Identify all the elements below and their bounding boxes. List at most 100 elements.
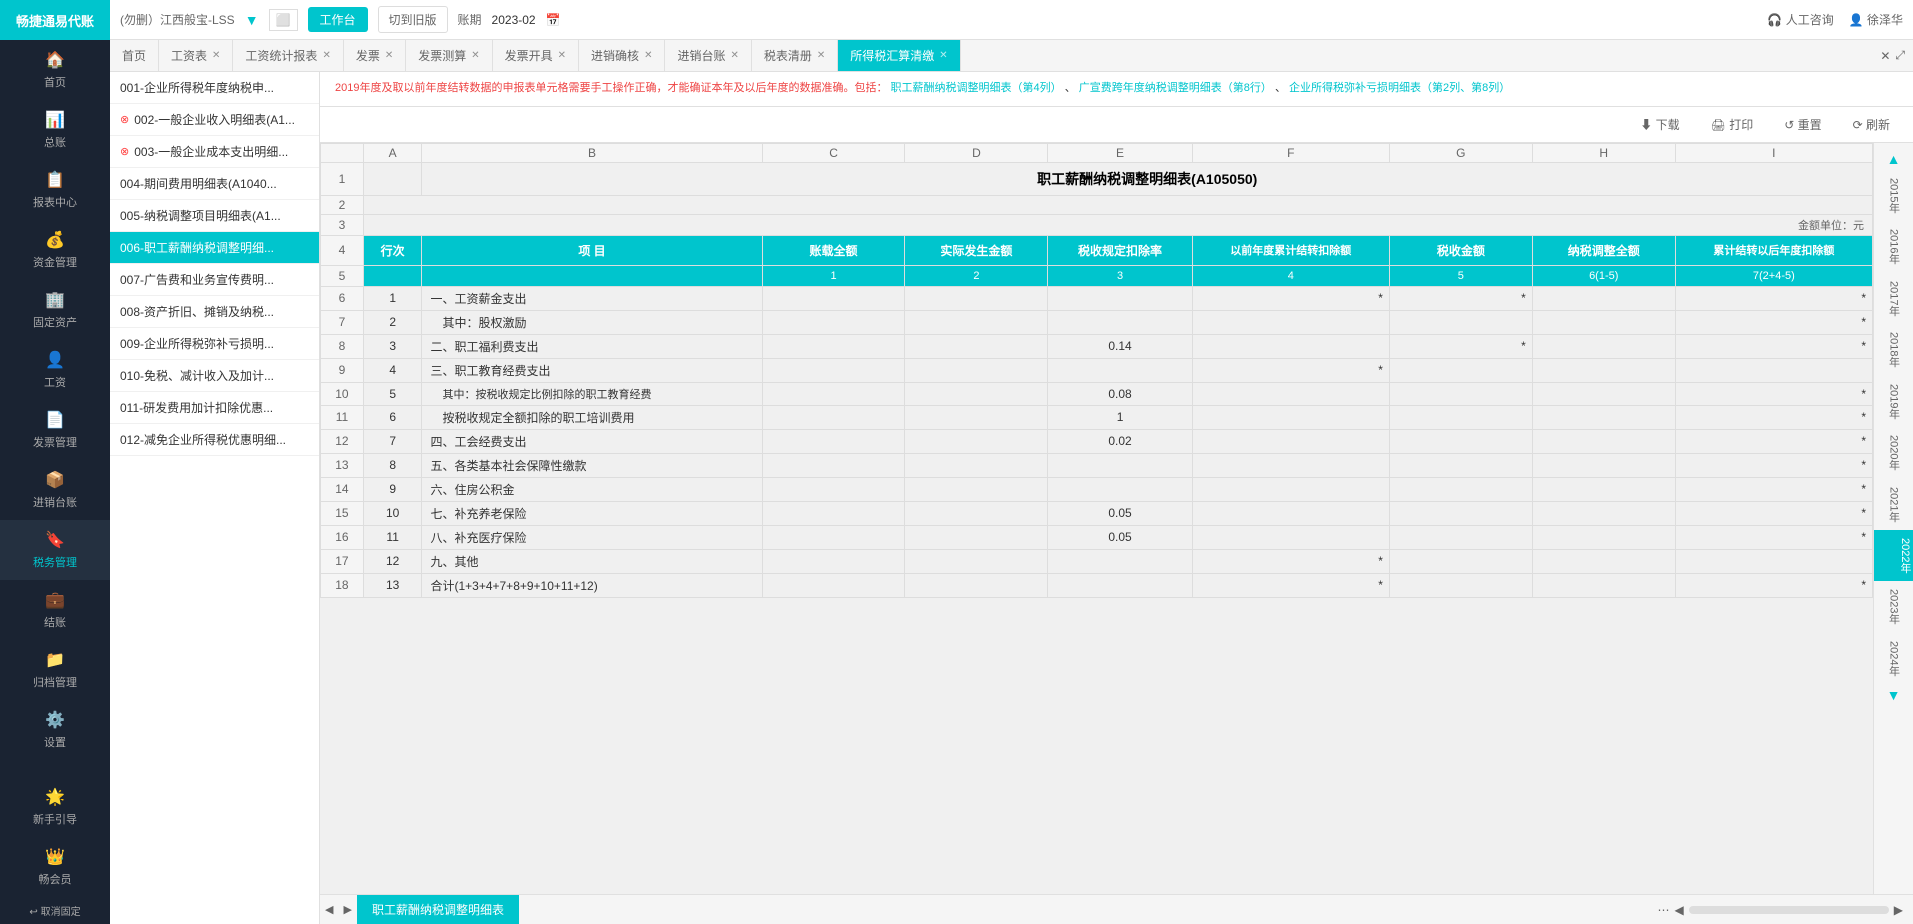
col-a-header-label: 行次 [363, 235, 422, 265]
download-button[interactable]: ⬇ 下载 [1632, 113, 1687, 136]
year-2020[interactable]: 2020年 [1886, 427, 1902, 478]
close-icon: 💼 [45, 590, 65, 610]
col-i-header: I [1675, 143, 1872, 162]
row-2-num: 2 [321, 195, 364, 214]
year-2022[interactable]: 2022年 [1874, 530, 1913, 581]
year-2019[interactable]: 2019年 [1886, 376, 1902, 427]
sidebar-item-purchase[interactable]: 📦 进销台账 [0, 460, 110, 520]
left-item-005[interactable]: 005-纳税调整项目明细表(A1... [110, 200, 319, 232]
row5-3: 3 [1048, 265, 1192, 286]
left-item-001[interactable]: 001-企业所得税年度纳税申... [110, 72, 319, 104]
tab-close-purchase-verify[interactable]: ✕ [644, 50, 652, 61]
sidebar-item-member[interactable]: 👑 畅会员 [0, 837, 110, 897]
year-2015[interactable]: 2015年 [1886, 170, 1902, 221]
switch-old-button[interactable]: 切到旧版 [378, 6, 448, 33]
left-item-011[interactable]: 011-研发费用加计扣除优惠... [110, 392, 319, 424]
tab-home[interactable]: 首页 [110, 40, 159, 72]
tab-invoice[interactable]: 发票✕ [344, 40, 406, 72]
left-item-003[interactable]: ⊗ 003-一般企业成本支出明细... [110, 136, 319, 168]
warning-bar: 2019年度及取以前年度结转数据的申报表单元格需要手工操作正确，才能确证本年及以… [320, 72, 1913, 107]
refresh-button[interactable]: ⟳ 刷新 [1845, 113, 1898, 136]
year-sidebar: ▲ 2015年 2016年 2017年 2018年 2019年 2020年 20… [1873, 143, 1913, 894]
sidebar-item-close[interactable]: 💼 结账 [0, 580, 110, 640]
year-2017[interactable]: 2017年 [1886, 273, 1902, 324]
row-5-num: 5 [321, 265, 364, 286]
tab-invoice-calc[interactable]: 发票测算✕ [406, 40, 492, 72]
year-2021[interactable]: 2021年 [1886, 479, 1902, 530]
row5-5: 5 [1389, 265, 1532, 286]
tab-close-invoice-calc[interactable]: ✕ [471, 50, 479, 61]
row-2-content [363, 195, 1872, 214]
right-panel: 2019年度及取以前年度结转数据的申报表单元格需要手工操作正确，才能确证本年及以… [320, 72, 1913, 924]
tab-close-invoice-open[interactable]: ✕ [558, 50, 566, 61]
funds-icon: 💰 [45, 230, 65, 250]
sidebar-item-tax[interactable]: 🔖 税务管理 [0, 520, 110, 580]
sidebar-item-salary[interactable]: 👤 工资 [0, 340, 110, 400]
spreadsheet: A B C D E F G H I [320, 143, 1873, 598]
sidebar-item-home[interactable]: 🏠 首页 [0, 40, 110, 100]
year-2024[interactable]: 2024年 [1886, 633, 1902, 684]
user-avatar[interactable]: 👤 徐泽华 [1849, 11, 1903, 28]
sidebar-item-invoice[interactable]: 📄 发票管理 [0, 400, 110, 460]
tab-salary[interactable]: 工资表✕ [159, 40, 233, 72]
year-2016[interactable]: 2016年 [1886, 221, 1902, 272]
left-item-006[interactable]: 006-职工薪酬纳税调整明细... [110, 232, 319, 264]
print-button[interactable]: 🖨 打印 [1703, 113, 1762, 136]
tab-close-all[interactable]: ✕ [1880, 49, 1890, 63]
left-item-012[interactable]: 012-减免企业所得税优惠明细... [110, 424, 319, 456]
reports-icon: 📋 [45, 170, 65, 190]
tab-close-salary[interactable]: ✕ [212, 50, 220, 61]
left-item-010[interactable]: 010-免税、减计收入及加计... [110, 360, 319, 392]
tab-close-tax-annual[interactable]: ✕ [939, 50, 947, 61]
tab-invoice-open[interactable]: 发票开具✕ [493, 40, 579, 72]
left-item-008[interactable]: 008-资产折旧、摊销及纳税... [110, 296, 319, 328]
col-a-header: A [363, 143, 422, 162]
bottom-sheet-tab[interactable]: 职工薪酬纳税调整明细表 [357, 895, 519, 924]
tab-purchase-ledger[interactable]: 进销台账✕ [665, 40, 751, 72]
tab-tax-list[interactable]: 税表清册✕ [752, 40, 838, 72]
app-logo: 畅捷通易代账 [0, 0, 110, 40]
cancel-fixed[interactable]: ↩ 取消固定 [0, 897, 110, 924]
year-2023[interactable]: 2023年 [1886, 581, 1902, 632]
tab-close-purchase-ledger[interactable]: ✕ [730, 50, 738, 61]
topbar: (勿删）江西般宝-LSS ▼ ⬜ 工作台 切到旧版 账期 2023-02 📅 🎧… [110, 0, 1913, 40]
ledger-icon: 📊 [45, 110, 65, 130]
reset-button[interactable]: ↺ 重置 [1776, 113, 1829, 136]
calendar-icon[interactable]: 📅 [546, 13, 561, 27]
sidebar-item-archive[interactable]: 📁 归档管理 [0, 640, 110, 700]
scroll-options-icon[interactable]: ⋯ [1658, 903, 1670, 917]
sidebar-item-settings[interactable]: ⚙️ 设置 [0, 700, 110, 760]
support-button[interactable]: 🎧 人工咨询 [1767, 11, 1833, 28]
left-item-007[interactable]: 007-广告费和业务宣传费明... [110, 264, 319, 296]
year-down-nav[interactable]: ▼ [1884, 684, 1904, 706]
tab-close-tax-list[interactable]: ✕ [817, 50, 825, 61]
sidebar-item-guide[interactable]: 🌟 新手引导 [0, 777, 110, 837]
tab-salary-report[interactable]: 工资统计报表✕ [233, 40, 343, 72]
sheet-prev-nav[interactable]: ◀ [320, 903, 338, 916]
tab-tax-annual[interactable]: 所得税汇算清缴✕ [838, 40, 960, 72]
tab-close-salary-report[interactable]: ✕ [322, 50, 330, 61]
copy-icon-btn[interactable]: ⬜ [269, 9, 298, 31]
sheet-next-nav[interactable]: ▶ [338, 903, 356, 916]
tab-purchase-verify[interactable]: 进销确核✕ [579, 40, 665, 72]
workbench-button[interactable]: 工作台 [308, 7, 368, 32]
tab-close-invoice[interactable]: ✕ [385, 50, 393, 61]
tab-expand[interactable]: ⤢ [1895, 48, 1905, 63]
year-2018[interactable]: 2018年 [1886, 324, 1902, 375]
corner-cell [321, 143, 364, 162]
archive-icon: 📁 [45, 650, 65, 670]
sidebar-item-funds[interactable]: 💰 资金管理 [0, 220, 110, 280]
row5-1: 1 [762, 265, 905, 286]
sidebar-item-reports[interactable]: 📋 报表中心 [0, 160, 110, 220]
year-up-nav[interactable]: ▲ [1884, 148, 1904, 170]
company-dropdown-icon[interactable]: ▼ [245, 12, 259, 28]
left-item-002[interactable]: ⊗ 002-一般企业收入明细表(A1... [110, 104, 319, 136]
scroll-left-btn[interactable]: ◀ [1675, 903, 1684, 917]
left-item-004[interactable]: 004-期间费用明细表(A1040... [110, 168, 319, 200]
tabbar: 首页 工资表✕ 工资统计报表✕ 发票✕ 发票测算✕ 发票开具✕ 进销确核✕ 进销… [110, 40, 1913, 72]
sidebar-item-assets[interactable]: 🏢 固定资产 [0, 280, 110, 340]
sidebar-item-ledger[interactable]: 📊 总账 [0, 100, 110, 160]
left-item-009[interactable]: 009-企业所得税弥补亏损明... [110, 328, 319, 360]
horizontal-scrollbar[interactable] [1689, 906, 1889, 914]
scroll-right-btn[interactable]: ▶ [1894, 903, 1903, 917]
